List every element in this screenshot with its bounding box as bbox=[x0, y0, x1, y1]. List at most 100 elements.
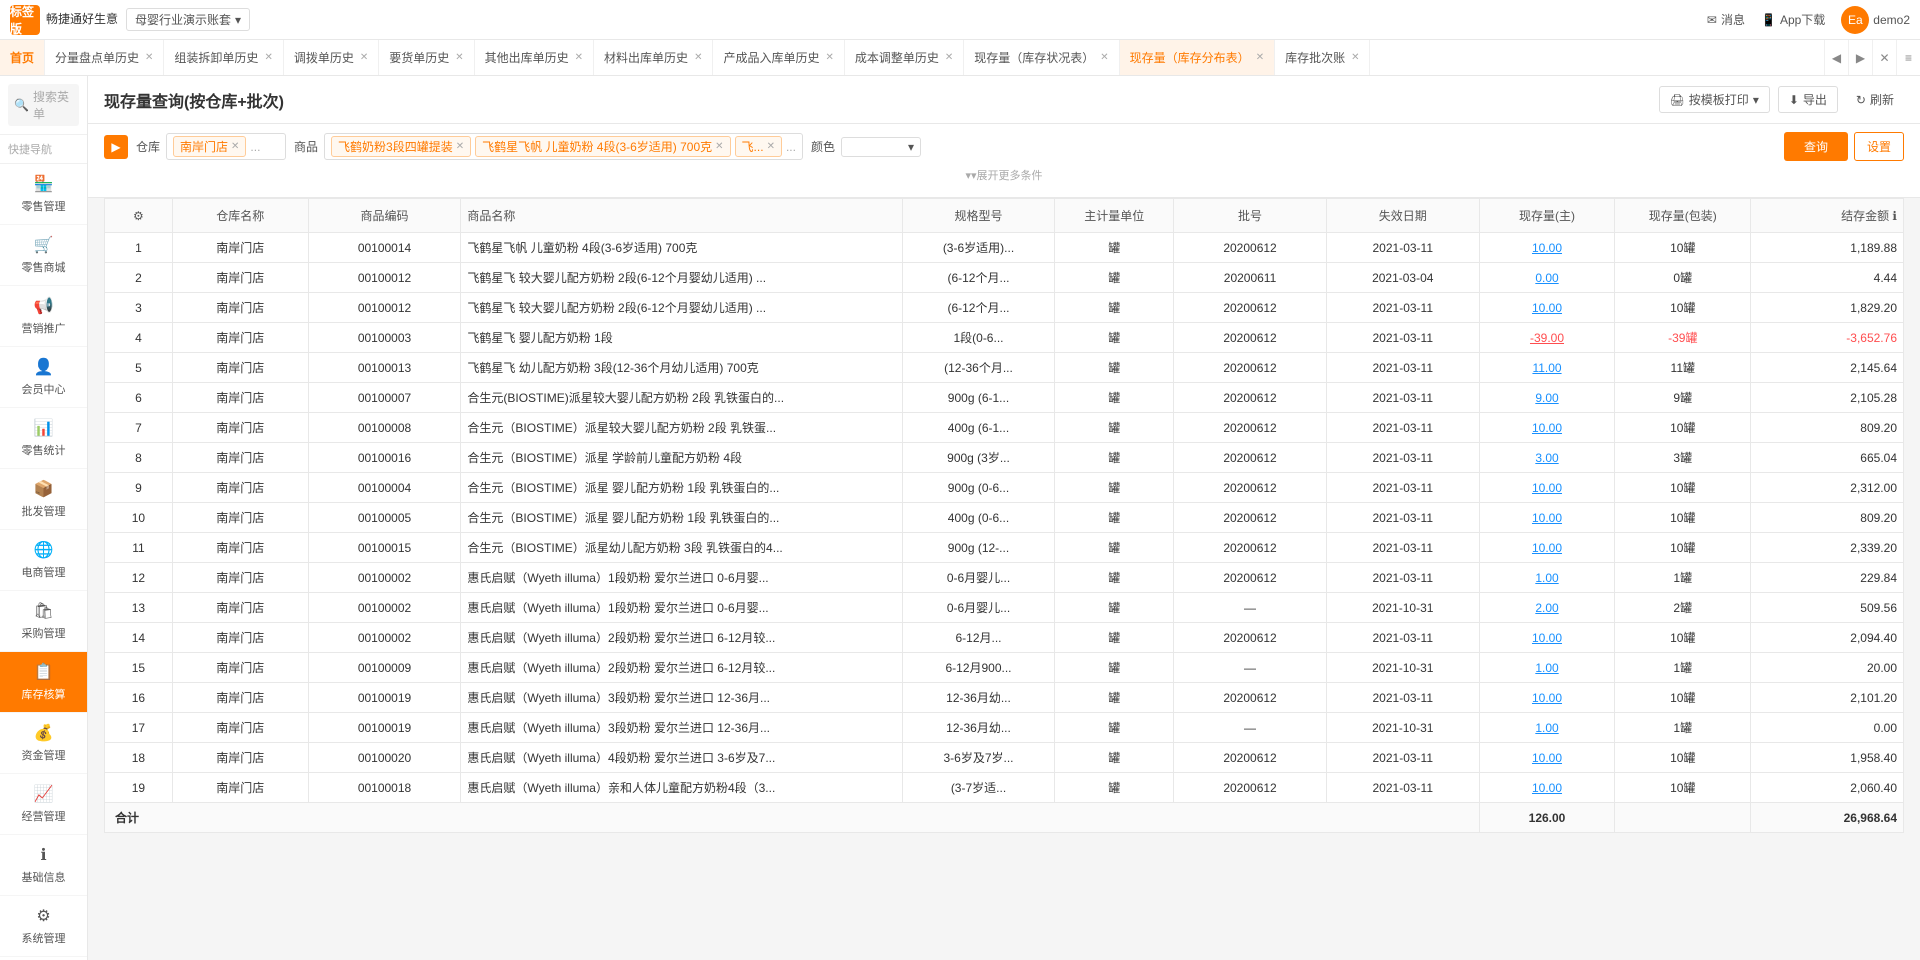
cell-stock-main-18[interactable]: 10.00 bbox=[1479, 773, 1615, 803]
cell-stock-main-14[interactable]: 1.00 bbox=[1479, 653, 1615, 683]
product-tag-2-text: 飞... bbox=[742, 138, 764, 155]
sidebar-item-ecommerce[interactable]: 🌐 电商管理 bbox=[0, 530, 87, 591]
tab-split-inventory-close[interactable]: ✕ bbox=[145, 52, 153, 63]
tab-close-btn[interactable]: ✕ bbox=[1872, 40, 1896, 76]
product-tag-1-remove[interactable]: ✕ bbox=[715, 141, 723, 152]
cell-stock-main-8[interactable]: 10.00 bbox=[1479, 473, 1615, 503]
cell-spec-4: (12-36个月... bbox=[902, 353, 1055, 383]
product-tag-0-remove[interactable]: ✕ bbox=[456, 141, 464, 152]
cell-stock-main-10[interactable]: 10.00 bbox=[1479, 533, 1615, 563]
cell-stock-main-2[interactable]: 10.00 bbox=[1479, 293, 1615, 323]
cell-name-18: 惠氏启赋（Wyeth illuma）亲和人体儿童配方奶粉4段（3... bbox=[461, 773, 902, 803]
warehouse-more-btn[interactable]: ... bbox=[250, 140, 260, 154]
cell-stock-main-1[interactable]: 0.00 bbox=[1479, 263, 1615, 293]
product-tag-2-remove[interactable]: ✕ bbox=[767, 141, 775, 152]
tab-inventory-batch[interactable]: 库存批次账 ✕ bbox=[1275, 40, 1370, 76]
tab-inventory-distribution[interactable]: 现存量（库存分布表） ✕ bbox=[1120, 40, 1275, 76]
refresh-btn[interactable]: ↻ 刷新 bbox=[1846, 87, 1904, 112]
sidebar-item-inventory-check-label: 库存核算 bbox=[22, 686, 66, 702]
sidebar-item-retail-mgmt[interactable]: 🏪 零售管理 bbox=[0, 164, 87, 225]
tab-cost-adjust-close[interactable]: ✕ bbox=[945, 52, 953, 63]
print-btn[interactable]: 🖨 按模板打印 ▾ bbox=[1659, 86, 1770, 113]
tab-inventory-warehouse-close[interactable]: ✕ bbox=[1100, 52, 1108, 63]
sidebar-item-basic-info[interactable]: ℹ 基础信息 bbox=[0, 835, 87, 896]
filter-expand-btn[interactable]: ▶ bbox=[104, 135, 128, 159]
tab-other-out-close[interactable]: ✕ bbox=[575, 52, 583, 63]
cell-stock-main-16[interactable]: 1.00 bbox=[1479, 713, 1615, 743]
sidebar-item-purchase-mgmt[interactable]: 🛍 采购管理 bbox=[0, 591, 87, 652]
tab-picking[interactable]: 调拨单历史 ✕ bbox=[284, 40, 379, 76]
sidebar-item-wholesale-mgmt[interactable]: 📦 批发管理 bbox=[0, 469, 87, 530]
cell-unit-10: 罐 bbox=[1055, 533, 1174, 563]
workspace-selector[interactable]: 母婴行业演示账套 ▾ bbox=[126, 8, 250, 31]
sidebar-item-system-mgmt[interactable]: ⚙ 系统管理 bbox=[0, 896, 87, 957]
tab-requisition-close[interactable]: ✕ bbox=[455, 52, 463, 63]
cell-stock-main-15[interactable]: 10.00 bbox=[1479, 683, 1615, 713]
cell-expire-10: 2021-03-11 bbox=[1326, 533, 1479, 563]
table-row: 10 南岸门店 00100005 合生元（BIOSTIME）派星 婴儿配方奶粉 … bbox=[105, 503, 1904, 533]
sidebar-item-finance-mgmt[interactable]: 💰 资金管理 bbox=[0, 713, 87, 774]
warehouse-tag-remove[interactable]: ✕ bbox=[231, 141, 239, 152]
product-more-btn[interactable]: ... bbox=[786, 140, 796, 154]
print-icon: 🖨 bbox=[1670, 93, 1685, 107]
tab-combo-disassemble[interactable]: 组装拆卸单历史 ✕ bbox=[164, 40, 283, 76]
cell-index-8: 9 bbox=[105, 473, 173, 503]
tab-material-out[interactable]: 材料出库单历史 ✕ bbox=[594, 40, 713, 76]
expand-more[interactable]: ▾▾ 展开更多条件 bbox=[104, 161, 1904, 189]
tab-prev-btn[interactable]: ◀ bbox=[1824, 40, 1848, 76]
export-btn[interactable]: ⬇ 导出 bbox=[1778, 86, 1838, 113]
search-btn[interactable]: 查询 bbox=[1784, 132, 1848, 161]
cell-stock-main-13[interactable]: 10.00 bbox=[1479, 623, 1615, 653]
sidebar-item-retail-shop[interactable]: 🛒 零售商城 bbox=[0, 225, 87, 286]
tab-split-inventory[interactable]: 分量盘点单历史 ✕ bbox=[45, 40, 164, 76]
sidebar-search-box[interactable]: 🔍 搜索英单 bbox=[8, 84, 79, 126]
cell-unit-15: 罐 bbox=[1055, 683, 1174, 713]
tab-material-out-close[interactable]: ✕ bbox=[694, 52, 702, 63]
cell-stock-main-0[interactable]: 10.00 bbox=[1479, 233, 1615, 263]
sidebar-item-marketing[interactable]: 📢 营销推广 bbox=[0, 286, 87, 347]
tab-cost-adjust[interactable]: 成本调整单历史 ✕ bbox=[845, 40, 964, 76]
th-balance: 结存金额 ℹ bbox=[1751, 199, 1904, 233]
cell-stock-main-17[interactable]: 10.00 bbox=[1479, 743, 1615, 773]
cell-name-17: 惠氏启赋（Wyeth illuma）4段奶粉 爱尔兰进口 3-6岁及7... bbox=[461, 743, 902, 773]
main-container: 🔍 搜索英单 快捷导航 🏪 零售管理 🛒 零售商城 📢 营销推广 👤 会员中心 … bbox=[0, 76, 1920, 960]
tab-home-label: 首页 bbox=[10, 49, 34, 66]
cell-code-16: 00100019 bbox=[308, 713, 461, 743]
member-center-icon: 👤 bbox=[34, 357, 54, 377]
setting-btn[interactable]: 设置 bbox=[1854, 132, 1904, 161]
tab-home[interactable]: 首页 bbox=[0, 40, 45, 76]
tab-requisition[interactable]: 要货单历史 ✕ bbox=[379, 40, 474, 76]
tab-picking-close[interactable]: ✕ bbox=[360, 52, 368, 63]
settings-icon[interactable]: ⚙ bbox=[133, 209, 144, 223]
tab-inventory-warehouse[interactable]: 现存量（库存状况表） ✕ bbox=[964, 40, 1119, 76]
cell-stock-main-5[interactable]: 9.00 bbox=[1479, 383, 1615, 413]
tab-other-out[interactable]: 其他出库单历史 ✕ bbox=[475, 40, 594, 76]
cell-stock-main-9[interactable]: 10.00 bbox=[1479, 503, 1615, 533]
cell-warehouse-15: 南岸门店 bbox=[172, 683, 308, 713]
tab-finished-in[interactable]: 产成品入库单历史 ✕ bbox=[713, 40, 844, 76]
sidebar-item-inventory-check[interactable]: 📋 库存核算 bbox=[0, 652, 87, 713]
cell-stock-main-4[interactable]: 11.00 bbox=[1479, 353, 1615, 383]
app-download-btn[interactable]: 📱 App下载 bbox=[1761, 11, 1825, 28]
tab-finished-in-close[interactable]: ✕ bbox=[825, 52, 833, 63]
sidebar-item-retail-stats[interactable]: 📊 零售统计 bbox=[0, 408, 87, 469]
user-menu[interactable]: Ea demo2 bbox=[1841, 6, 1910, 34]
tab-menu-btn[interactable]: ≡ bbox=[1896, 40, 1920, 76]
cell-stock-main-7[interactable]: 3.00 bbox=[1479, 443, 1615, 473]
cell-stock-main-12[interactable]: 2.00 bbox=[1479, 593, 1615, 623]
cell-stock-main-11[interactable]: 1.00 bbox=[1479, 563, 1615, 593]
tab-inventory-distribution-close[interactable]: ✕ bbox=[1256, 52, 1264, 63]
sidebar-item-operations-mgmt[interactable]: 📈 经营管理 bbox=[0, 774, 87, 835]
cell-stock-main-3[interactable]: -39.00 bbox=[1479, 323, 1615, 353]
color-select[interactable]: ▾ bbox=[841, 137, 921, 157]
cell-stock-main-6[interactable]: 10.00 bbox=[1479, 413, 1615, 443]
marketing-icon: 📢 bbox=[34, 296, 54, 316]
cell-stock-pkg-1: 0罐 bbox=[1615, 263, 1751, 293]
tab-combo-close[interactable]: ✕ bbox=[264, 52, 272, 63]
page-header-actions: 🖨 按模板打印 ▾ ⬇ 导出 ↻ 刷新 bbox=[1659, 86, 1904, 123]
message-btn[interactable]: ✉ 消息 bbox=[1707, 11, 1745, 28]
tab-next-btn[interactable]: ▶ bbox=[1848, 40, 1872, 76]
tab-inventory-batch-close[interactable]: ✕ bbox=[1351, 52, 1359, 63]
sidebar-item-member-center[interactable]: 👤 会员中心 bbox=[0, 347, 87, 408]
warehouse-filter-label: 仓库 bbox=[136, 138, 160, 155]
